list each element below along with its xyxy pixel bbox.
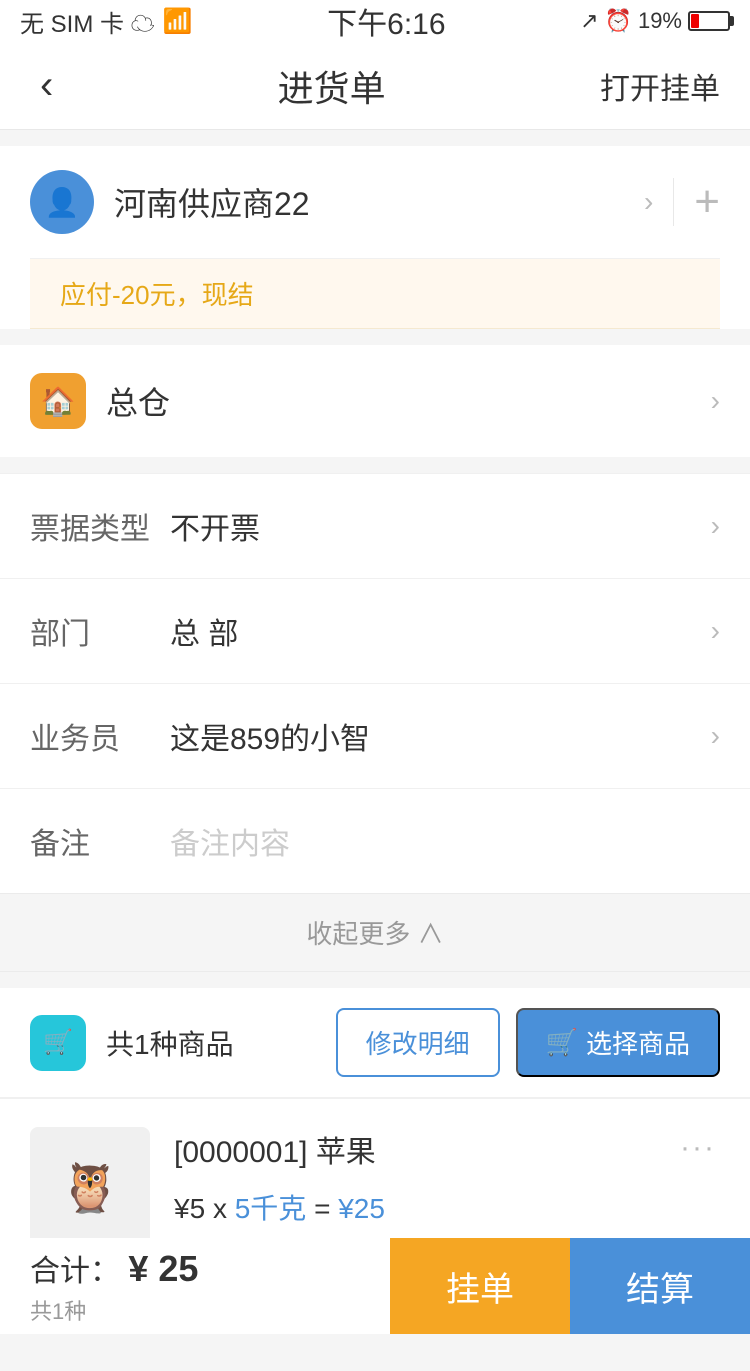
- product-thumbnail: 🦉: [30, 1127, 150, 1247]
- page-title: 进货单: [278, 60, 386, 112]
- section-gap-4: [0, 972, 750, 988]
- dept-row[interactable]: 部门 总 部 ›: [0, 578, 750, 683]
- price-qty: 5千克: [235, 1193, 307, 1224]
- nav-bar: ‹ 进货单 打开挂单: [0, 42, 750, 130]
- warehouse-name: 总仓: [106, 378, 711, 424]
- pending-label: 挂单: [446, 1262, 514, 1311]
- battery-icon: [688, 11, 730, 31]
- total-amount: ¥ 25: [128, 1248, 198, 1289]
- product-price: ¥5 x 5千克 = ¥25: [174, 1187, 652, 1227]
- remark-input[interactable]: 备注内容: [170, 819, 720, 863]
- supplier-avatar: 👤: [30, 170, 94, 234]
- product-more-button[interactable]: ···: [676, 1127, 720, 1169]
- price-total: ¥25: [338, 1193, 385, 1224]
- product-code: [0000001]: [174, 1136, 307, 1169]
- section-gap-3: [0, 457, 750, 473]
- product-name: [0000001] 苹果: [174, 1127, 652, 1171]
- total-main: 合计： ¥ 25: [30, 1246, 360, 1290]
- supplier-chevron-icon: ›: [644, 186, 653, 218]
- notice-bar: 应付-20元，现结: [30, 259, 720, 329]
- bottom-bar: 合计： ¥ 25 共1种 挂单 结算: [0, 1238, 750, 1334]
- cart-icon: 🛒: [43, 1028, 73, 1057]
- section-gap-1: [0, 130, 750, 146]
- product-thumb-owl-icon: 🦉: [60, 1159, 120, 1216]
- alarm-icon: ⏰: [605, 8, 632, 34]
- form-section: 票据类型 不开票 › 部门 总 部 › 业务员 这是859的小智 › 备注 备注…: [0, 473, 750, 893]
- vertical-divider: [673, 178, 674, 226]
- select-product-label: 选择商品: [586, 1024, 690, 1061]
- sim-text: 无 SIM 卡 ☁: [20, 4, 155, 39]
- dept-value: 总 部: [170, 609, 711, 653]
- product-count-icon: 🛒: [30, 1015, 86, 1071]
- status-left: 无 SIM 卡 ☁ 📶: [20, 4, 193, 39]
- product-toolbar: 🛒 共1种商品 修改明细 🛒 选择商品: [0, 988, 750, 1098]
- invoice-row[interactable]: 票据类型 不开票 ›: [0, 473, 750, 578]
- price-eq: =: [314, 1193, 338, 1224]
- warehouse-icon: 🏠: [30, 373, 86, 429]
- notice-text: 应付-20元，现结: [60, 280, 254, 310]
- salesperson-row[interactable]: 业务员 这是859的小智 ›: [0, 683, 750, 788]
- open-pending-button[interactable]: 打开挂单: [600, 64, 720, 108]
- total-label: 合计：: [30, 1255, 120, 1288]
- add-supplier-button[interactable]: +: [694, 180, 720, 224]
- collapse-label: 收起更多 ∧: [306, 919, 443, 949]
- price-x: x: [213, 1193, 235, 1224]
- warehouse-chevron-icon: ›: [711, 385, 720, 417]
- battery-text: 19%: [638, 8, 682, 34]
- back-button[interactable]: ‹: [30, 53, 63, 118]
- user-icon: 👤: [45, 186, 80, 219]
- invoice-chevron-icon: ›: [711, 510, 720, 542]
- remark-row[interactable]: 备注 备注内容: [0, 788, 750, 893]
- section-gap-2: [0, 329, 750, 345]
- total-count: 共1种: [30, 1294, 360, 1326]
- collapse-bar[interactable]: 收起更多 ∧: [0, 893, 750, 972]
- price-unit: ¥5: [174, 1193, 205, 1224]
- supplier-section: 👤 河南供应商22 › + 应付-20元，现结: [0, 146, 750, 329]
- pending-button[interactable]: 挂单: [390, 1238, 570, 1334]
- status-right: ↗ ⏰ 19%: [580, 8, 730, 34]
- checkout-button[interactable]: 结算: [570, 1238, 750, 1334]
- salesperson-value: 这是859的小智: [170, 714, 711, 758]
- remark-label: 备注: [30, 819, 150, 863]
- salesperson-chevron-icon: ›: [711, 720, 720, 752]
- wifi-icon: 📶: [163, 7, 193, 36]
- dept-label: 部门: [30, 609, 150, 653]
- salesperson-label: 业务员: [30, 714, 150, 758]
- select-product-button[interactable]: 🛒 选择商品: [516, 1008, 720, 1077]
- total-section: 合计： ¥ 25 共1种: [0, 1238, 390, 1334]
- status-time: 下午6:16: [327, 0, 445, 43]
- product-count-text: 共1种商品: [106, 1023, 336, 1063]
- checkout-label: 结算: [626, 1262, 694, 1311]
- dept-chevron-icon: ›: [711, 615, 720, 647]
- product-title: 苹果: [316, 1136, 376, 1169]
- warehouse-section[interactable]: 🏠 总仓 ›: [0, 345, 750, 457]
- edit-detail-button[interactable]: 修改明细: [336, 1008, 500, 1077]
- product-info: [0000001] 苹果 ¥5 x 5千克 = ¥25: [174, 1127, 652, 1227]
- supplier-row: 👤 河南供应商22 › +: [30, 146, 720, 259]
- select-product-icon: 🛒: [546, 1027, 578, 1058]
- supplier-name: 河南供应商22: [114, 179, 644, 225]
- status-bar: 无 SIM 卡 ☁ 📶 下午6:16 ↗ ⏰ 19%: [0, 0, 750, 42]
- location-icon: ↗: [580, 8, 598, 34]
- invoice-label: 票据类型: [30, 504, 150, 548]
- invoice-value: 不开票: [170, 504, 711, 548]
- dots-icon: ···: [680, 1131, 716, 1164]
